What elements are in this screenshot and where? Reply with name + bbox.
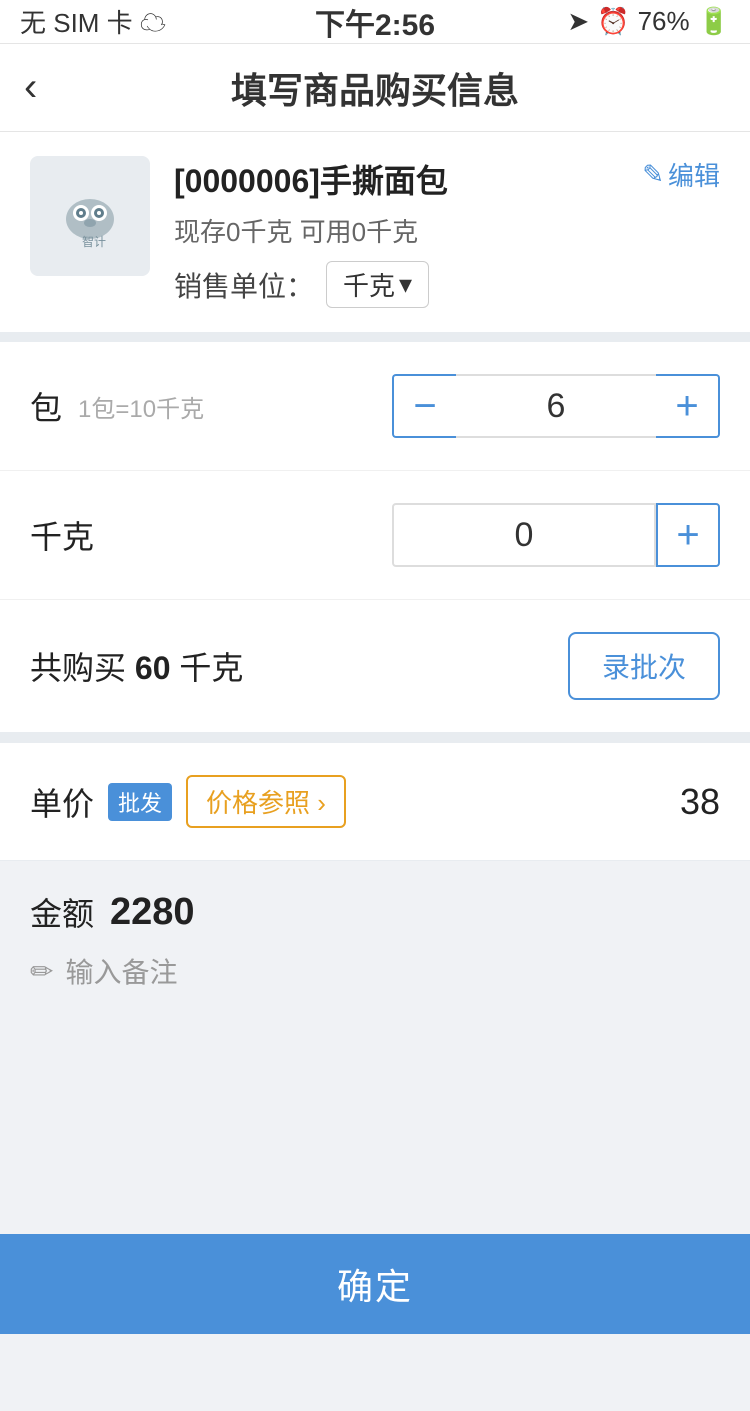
price-ref-button[interactable]: 价格参照 › xyxy=(186,775,346,828)
amount-value: 2280 xyxy=(110,891,195,934)
form-row-kg: 千克 + xyxy=(0,471,750,600)
form-row-pack: 包 1包=10千克 − + xyxy=(0,342,750,471)
page-title: 填写商品购买信息 xyxy=(231,62,519,114)
kg-label: 千克 xyxy=(30,512,94,558)
note-placeholder: 输入备注 xyxy=(65,951,177,991)
product-thumbnail: 智计 xyxy=(30,156,150,276)
carrier-label: 无 SIM 卡 ☁ xyxy=(20,3,166,40)
back-button[interactable]: ‹ xyxy=(24,65,37,110)
unit-label: 销售单位： xyxy=(174,265,314,305)
edit-label: 编辑 xyxy=(668,156,720,193)
pack-label: 包 1包=10千克 xyxy=(30,383,204,429)
edit-button[interactable]: ✎ 编辑 xyxy=(642,156,720,193)
confirm-button[interactable]: 确定 xyxy=(0,1234,750,1334)
kg-increase-button[interactable]: + xyxy=(656,503,720,567)
unit-row: 销售单位： 千克 ▾ xyxy=(174,261,720,308)
price-section: 单价 批发 价格参照 › 38 xyxy=(0,743,750,861)
amount-row: 金额 2280 xyxy=(30,889,720,935)
unit-select[interactable]: 千克 ▾ xyxy=(326,261,429,308)
pack-quantity-control: − + xyxy=(392,374,720,438)
section-divider xyxy=(0,733,750,743)
summary-row: 共购买 60 千克 录批次 xyxy=(0,600,750,732)
product-info: [0000006]手撕面包 ✎ 编辑 现存0千克 可用0千克 销售单位： 千克 … xyxy=(174,156,720,308)
record-batch-button[interactable]: 录批次 xyxy=(568,632,720,700)
price-value: 38 xyxy=(680,781,720,823)
pack-quantity-input[interactable] xyxy=(456,374,656,438)
amount-section: 金额 2280 ✏ 输入备注 xyxy=(0,861,750,1011)
pack-increase-button[interactable]: + xyxy=(656,374,720,438)
edit-icon: ✎ xyxy=(642,159,664,190)
note-row[interactable]: ✏ 输入备注 xyxy=(30,951,720,991)
batch-badge: 批发 xyxy=(108,783,172,821)
pack-hint: 1包=10千克 xyxy=(78,389,204,424)
product-name: [0000006]手撕面包 xyxy=(174,156,448,202)
battery-label: 76% xyxy=(638,6,690,37)
amount-label: 金额 xyxy=(30,889,94,935)
unit-value: 千克 xyxy=(343,266,395,303)
summary-amount: 60 xyxy=(135,650,171,686)
status-time: 下午2:56 xyxy=(315,0,435,44)
price-label-group: 单价 批发 价格参照 › xyxy=(30,775,346,828)
alarm-icon: ⏰ xyxy=(597,6,629,37)
product-card: 智计 [0000006]手撕面包 ✎ 编辑 现存0千克 可用0千克 销售单位： … xyxy=(0,132,750,342)
status-right: ➤ ⏰ 76% 🔋 xyxy=(567,6,730,37)
battery-icon: 🔋 xyxy=(698,6,730,37)
form-section: 包 1包=10千克 − + 千克 + xyxy=(0,342,750,733)
product-stock: 现存0千克 可用0千克 xyxy=(174,212,720,249)
location-icon: ➤ xyxy=(567,6,589,37)
summary-text: 共购买 60 千克 xyxy=(30,643,243,689)
price-label: 单价 xyxy=(30,779,94,825)
svg-text:智计: 智计 xyxy=(82,234,106,249)
nav-bar: ‹ 填写商品购买信息 xyxy=(0,44,750,132)
status-bar: 无 SIM 卡 ☁ 下午2:56 ➤ ⏰ 76% 🔋 xyxy=(0,0,750,44)
pack-decrease-button[interactable]: − xyxy=(392,374,456,438)
note-icon: ✏ xyxy=(30,955,53,988)
status-left: 无 SIM 卡 ☁ xyxy=(20,3,166,40)
kg-quantity-control: + xyxy=(392,503,720,567)
kg-quantity-input[interactable] xyxy=(392,503,656,567)
dropdown-icon: ▾ xyxy=(399,269,412,300)
